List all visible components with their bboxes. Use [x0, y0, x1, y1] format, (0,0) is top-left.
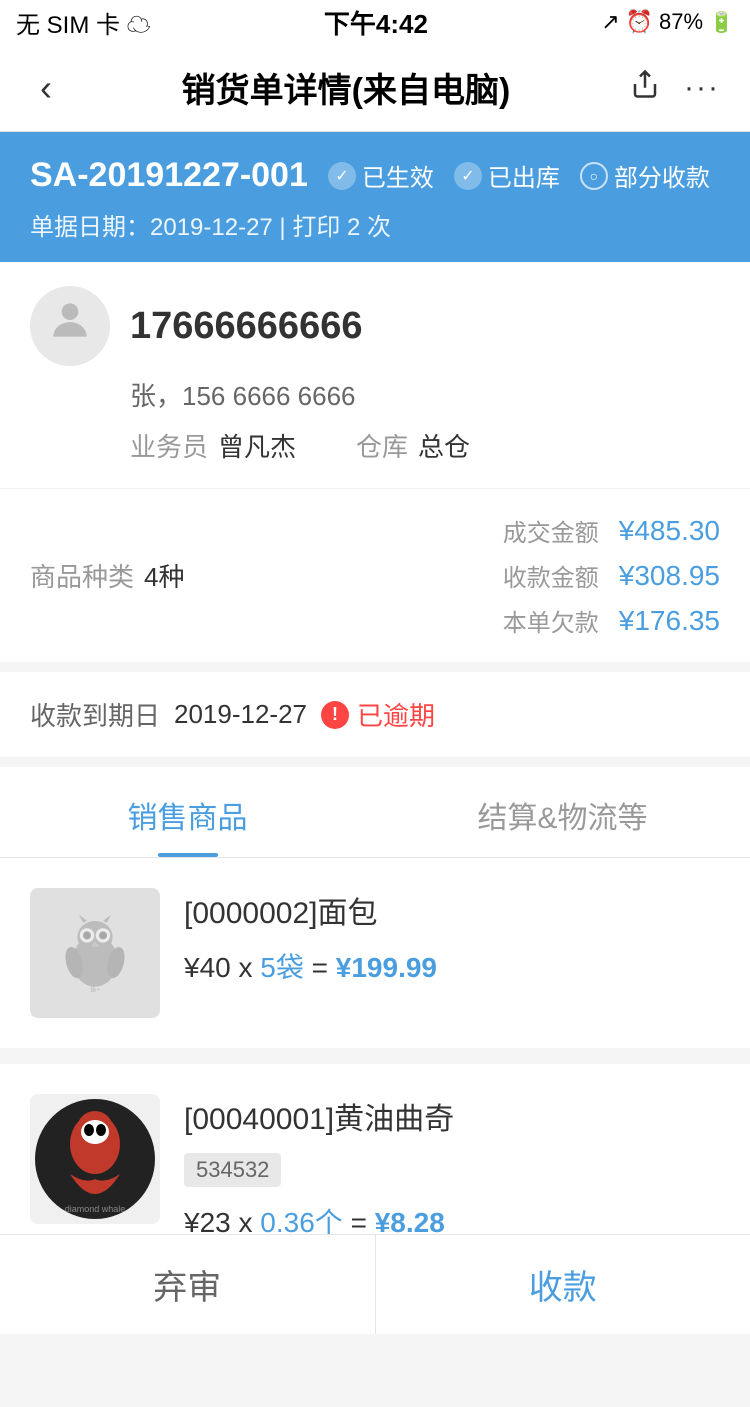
back-button[interactable]: ‹	[30, 57, 62, 119]
alarm-icon: ⏰	[626, 9, 653, 35]
check-icon-shipped: ✓	[454, 162, 482, 190]
tab-sales-goods[interactable]: 销售商品	[0, 767, 375, 857]
product-1-price: ¥40	[184, 952, 231, 983]
summary-section: 商品种类 4种 成交金额 ¥485.30 收款金额 ¥308.95 本单欠款 ¥…	[0, 489, 750, 672]
cancel-review-label: 弃审	[153, 1260, 221, 1309]
product-2-info: [00040001]黄油曲奇 534532 ¥23 x 0.36个 = ¥8.2…	[184, 1094, 720, 1241]
customer-avatar	[30, 286, 110, 366]
salesperson-value: 曾凡杰	[218, 427, 296, 464]
overdue-badge: ! 已逾期	[321, 696, 435, 733]
battery-status: 87%	[659, 9, 703, 35]
overdue-date: 2019-12-27	[174, 699, 307, 730]
location-icon: ↗	[601, 9, 619, 35]
share-icon[interactable]	[630, 69, 660, 107]
page-title: 销货单详情(来自电脑)	[182, 63, 511, 112]
svg-text:diamond whale: diamond whale	[65, 1204, 126, 1214]
badge-shipped: ✓ 已出库	[454, 158, 560, 193]
received-amount-label: 收款金额	[503, 558, 599, 593]
product-1-price-row: ¥40 x 5袋 = ¥199.99	[184, 946, 720, 986]
owed-amount-row: 本单欠款 ¥176.35	[503, 603, 720, 638]
tabs-section: 销售商品 结算&物流等	[0, 767, 750, 858]
cancel-review-button[interactable]: 弃审	[0, 1235, 376, 1334]
overdue-text: 已逾期	[357, 696, 435, 733]
overdue-label: 收款到期日	[30, 696, 160, 733]
order-meta: 单据日期：2019-12-27 | 打印 2 次	[30, 207, 720, 242]
warehouse-label: 仓库	[356, 427, 408, 464]
product-1-name: [0000002]面包	[184, 888, 720, 932]
bottom-action-bar: 弃审 收款	[0, 1234, 750, 1334]
customer-details: 业务员 曾凡杰 仓库 总仓	[130, 427, 720, 464]
svg-text:鱼+: 鱼+	[90, 984, 100, 993]
warehouse-value: 总仓	[418, 427, 470, 464]
product-2-name: [00040001]黄油曲奇	[184, 1094, 720, 1138]
order-id: SA-20191227-001	[30, 156, 308, 195]
trade-amount-value: ¥485.30	[619, 515, 720, 547]
badge-effective-label: 已生效	[362, 158, 434, 193]
badge-shipped-label: 已出库	[488, 158, 560, 193]
product-1-qty: 5袋	[260, 952, 304, 983]
status-bar-right: ↗ ⏰ 87% 🔋	[601, 9, 734, 35]
product-2-thumbnail: diamond whale	[30, 1094, 160, 1224]
nav-bar: ‹ 销货单详情(来自电脑) ···	[0, 44, 750, 132]
status-bar-left: 无 SIM 卡 ☁	[16, 5, 151, 40]
more-icon[interactable]: ···	[684, 71, 720, 105]
tab-sales-goods-label: 销售商品	[128, 802, 248, 835]
product-2-sku: 534532	[184, 1153, 281, 1187]
product-1-info: [0000002]面包 ¥40 x 5袋 = ¥199.99	[184, 888, 720, 986]
order-banner: SA-20191227-001 ✓ 已生效 ✓ 已出库 ○ 部分收款 单据日期：…	[0, 132, 750, 262]
product-1-total: ¥199.99	[336, 952, 437, 983]
received-amount-value: ¥308.95	[619, 560, 720, 592]
product-1-thumbnail: 鱼+	[30, 888, 160, 1018]
salesperson-detail: 业务员 曾凡杰	[130, 427, 296, 464]
nav-actions: ···	[630, 69, 720, 107]
product-1-equals: =	[312, 952, 336, 983]
clock-icon: ○	[580, 162, 608, 190]
customer-name: 张，156 6666 6666	[130, 376, 720, 413]
badge-effective: ✓ 已生效	[328, 158, 434, 193]
owed-amount-label: 本单欠款	[503, 603, 599, 638]
battery-icon: 🔋	[709, 10, 734, 35]
avatar-icon	[45, 295, 95, 357]
warehouse-detail: 仓库 总仓	[356, 427, 470, 464]
status-bar: 无 SIM 卡 ☁ 下午4:42 ↗ ⏰ 87% 🔋	[0, 0, 750, 44]
overdue-section: 收款到期日 2019-12-27 ! 已逾期	[0, 672, 750, 767]
product-type-count: 4种	[144, 557, 184, 594]
product-type-label: 商品种类	[30, 557, 134, 594]
trade-amount-label: 成交金额	[503, 513, 599, 548]
product-item: 鱼+ [0000002]面包 ¥40 x 5袋 = ¥199.99	[0, 858, 750, 1048]
customer-phone: 17666666666	[130, 305, 362, 348]
customer-section: 17666666666 张，156 6666 6666 业务员 曾凡杰 仓库 总…	[0, 262, 750, 489]
collect-payment-label: 收款	[529, 1260, 597, 1309]
badge-partial-payment: ○ 部分收款	[580, 158, 710, 193]
salesperson-label: 业务员	[130, 427, 208, 464]
check-icon-effective: ✓	[328, 162, 356, 190]
product-1-multiply: x	[239, 952, 261, 983]
trade-amount-row: 成交金额 ¥485.30	[503, 513, 720, 548]
sim-status: 无 SIM 卡 ☁	[16, 5, 151, 40]
badge-partial-label: 部分收款	[614, 158, 710, 193]
received-amount-row: 收款金额 ¥308.95	[503, 558, 720, 593]
overdue-warning-icon: !	[321, 701, 349, 729]
collect-payment-button[interactable]: 收款	[376, 1235, 750, 1334]
tabs-row: 销售商品 结算&物流等	[0, 767, 750, 857]
status-bar-time: 下午4:42	[324, 4, 428, 41]
owed-amount-value: ¥176.35	[619, 605, 720, 637]
tab-settlement-label: 结算&物流等	[477, 802, 647, 835]
tab-settlement[interactable]: 结算&物流等	[375, 767, 750, 857]
